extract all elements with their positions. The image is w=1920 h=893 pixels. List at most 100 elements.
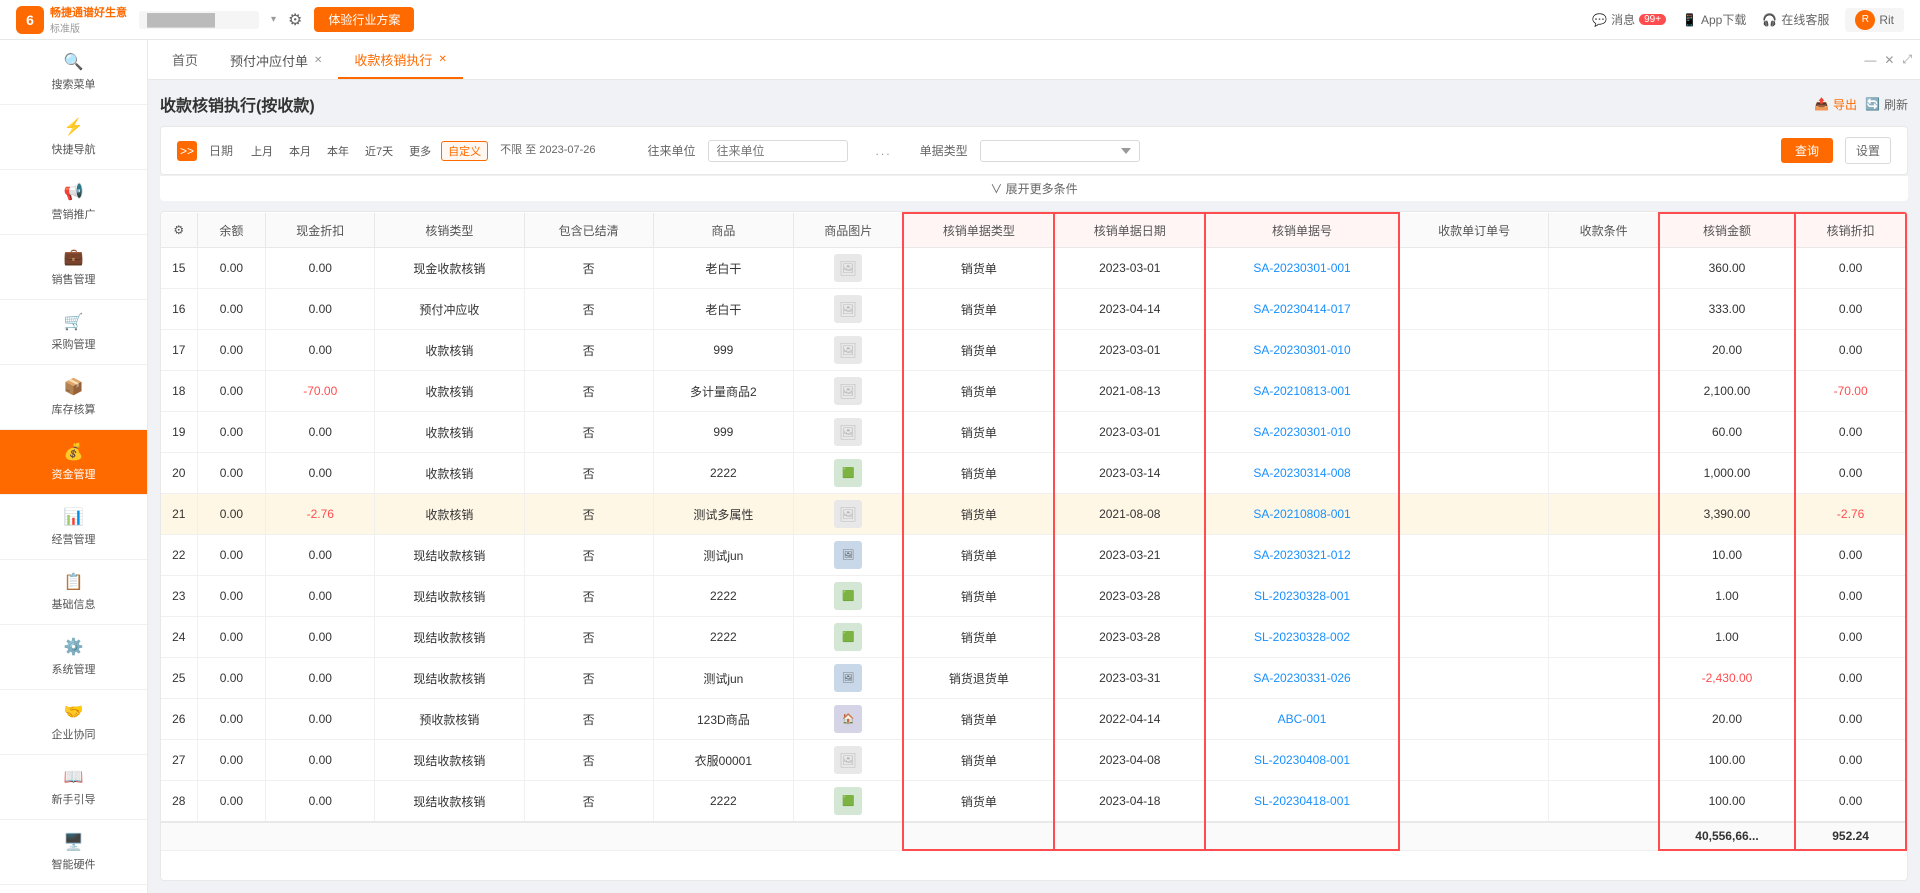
writeoff-number-link[interactable]: SL-20230328-001 bbox=[1254, 589, 1350, 603]
refresh-label: 刷新 bbox=[1884, 96, 1908, 113]
td-writeoff-number[interactable]: SA-20230301-010 bbox=[1205, 330, 1399, 371]
sidebar-label-quick: 快捷导航 bbox=[52, 141, 96, 157]
writeoff-number-link[interactable]: SA-20230301-010 bbox=[1253, 343, 1350, 357]
sidebar-item-marketing[interactable]: 📢 营销推广 bbox=[0, 170, 147, 235]
message-icon: 💬 bbox=[1592, 13, 1607, 27]
footer-writeoff-discount: 952.24 bbox=[1795, 822, 1906, 850]
date-more[interactable]: 更多 bbox=[403, 141, 437, 161]
window-minimize-icon[interactable]: — bbox=[1864, 53, 1876, 67]
td-cash-discount: 0.00 bbox=[266, 617, 375, 658]
td-writeoff-number[interactable]: SL-20230328-002 bbox=[1205, 617, 1399, 658]
writeoff-number-link[interactable]: SA-20210813-001 bbox=[1253, 384, 1350, 398]
expand-conditions-btn[interactable]: ∨ 展开更多条件 bbox=[990, 180, 1077, 197]
trial-button[interactable]: 体验行业方案 bbox=[314, 7, 414, 32]
td-writeoff-number[interactable]: SA-20230314-008 bbox=[1205, 453, 1399, 494]
sidebar-item-inventory[interactable]: 📦 库存核算 bbox=[0, 365, 147, 430]
writeoff-number-link[interactable]: SL-20230328-002 bbox=[1254, 630, 1350, 644]
td-writeoff-discount: 0.00 bbox=[1795, 658, 1906, 699]
sidebar-item-basic[interactable]: 📋 基础信息 bbox=[0, 560, 147, 625]
td-balance: 0.00 bbox=[197, 658, 266, 699]
tab-prepay-close[interactable]: ✕ bbox=[314, 55, 322, 66]
tab-home[interactable]: 首页 bbox=[156, 42, 214, 79]
gear-icon[interactable]: ⚙ bbox=[288, 10, 302, 30]
voucher-type-select[interactable] bbox=[980, 140, 1140, 162]
sidebar-label-collab: 企业协同 bbox=[52, 726, 96, 742]
expand-conditions-bar[interactable]: ∨ 展开更多条件 bbox=[160, 175, 1908, 201]
th-settings[interactable]: ⚙ bbox=[161, 213, 197, 248]
td-writeoff-number[interactable]: SA-20230414-017 bbox=[1205, 289, 1399, 330]
td-writeoff-number[interactable]: SL-20230418-001 bbox=[1205, 781, 1399, 823]
date-last-7[interactable]: 近7天 bbox=[359, 141, 399, 161]
td-writeoff-date: 2023-04-14 bbox=[1054, 289, 1205, 330]
td-writeoff-number[interactable]: SA-20230301-010 bbox=[1205, 412, 1399, 453]
window-expand-icon[interactable]: ⤢ bbox=[1902, 52, 1912, 67]
setting-button[interactable]: 设置 bbox=[1845, 137, 1891, 164]
sidebar-item-system[interactable]: ⚙️ 系统管理 bbox=[0, 625, 147, 690]
writeoff-number-link[interactable]: SL-20230418-001 bbox=[1254, 794, 1350, 808]
td-balance: 0.00 bbox=[197, 781, 266, 823]
td-writeoff-number[interactable]: SA-20210808-001 bbox=[1205, 494, 1399, 535]
export-button[interactable]: 📤 导出 bbox=[1814, 96, 1857, 113]
td-product-img: 🖼 bbox=[794, 248, 904, 289]
sidebar-item-management[interactable]: 📊 经营管理 bbox=[0, 495, 147, 560]
footer-writeoff-date-col bbox=[1054, 822, 1205, 850]
query-button[interactable]: 查询 bbox=[1781, 138, 1833, 163]
td-cash-discount: 0.00 bbox=[266, 289, 375, 330]
sidebar-item-sales[interactable]: 💼 销售管理 bbox=[0, 235, 147, 300]
tab-writeoff-label: 收款核销执行 bbox=[354, 50, 432, 69]
filter-expand-button[interactable]: >> bbox=[177, 141, 197, 161]
table-row: 17 0.00 0.00 收款核销 否 999 🖼 销货单 2023-03-01… bbox=[161, 330, 1906, 371]
date-this-year[interactable]: 本年 bbox=[321, 141, 355, 161]
writeoff-number-link[interactable]: SA-20230321-012 bbox=[1253, 548, 1350, 562]
product-image: 🖼 bbox=[834, 664, 862, 692]
writeoff-number-link[interactable]: SA-20230314-008 bbox=[1253, 466, 1350, 480]
product-image-placeholder: 🖼 bbox=[834, 746, 862, 774]
td-writeoff-number[interactable]: ABC-001 bbox=[1205, 699, 1399, 740]
sidebar-item-guide[interactable]: 📖 新手引导 bbox=[0, 755, 147, 820]
td-receipt-order bbox=[1399, 658, 1549, 699]
writeoff-number-link[interactable]: ABC-001 bbox=[1278, 712, 1327, 726]
sidebar-item-search[interactable]: 🔍 搜索菜单 bbox=[0, 40, 147, 105]
sidebar-item-hardware[interactable]: 🖥️ 智能硬件 bbox=[0, 820, 147, 885]
date-custom-btn[interactable]: 自定义 bbox=[441, 141, 488, 161]
td-product-img: 🏠 bbox=[794, 699, 904, 740]
td-product: 测试jun bbox=[653, 535, 793, 576]
online-service[interactable]: 🎧 在线客服 bbox=[1762, 11, 1829, 28]
tab-prepay[interactable]: 预付冲应付单 ✕ bbox=[214, 43, 338, 78]
sidebar-item-quick[interactable]: ⚡ 快捷导航 bbox=[0, 105, 147, 170]
app-download[interactable]: 📱 App下载 bbox=[1682, 11, 1746, 28]
data-table-container: ⚙ 余额 现金折扣 核销类型 包含已结清 商品 商品图片 核销单据类型 核销单据… bbox=[160, 211, 1908, 881]
sidebar-item-collab[interactable]: 🤝 企业协同 bbox=[0, 690, 147, 755]
writeoff-number-link[interactable]: SA-20210808-001 bbox=[1253, 507, 1350, 521]
company-name[interactable]: ████████ bbox=[139, 11, 259, 29]
company-dropdown-icon[interactable]: ▾ bbox=[271, 14, 276, 25]
product-image-placeholder: 🖼 bbox=[834, 377, 862, 405]
writeoff-number-link[interactable]: SA-20230414-017 bbox=[1253, 302, 1350, 316]
message-area[interactable]: 💬 消息 99+ bbox=[1592, 11, 1666, 28]
td-cash-discount: 0.00 bbox=[266, 740, 375, 781]
writeoff-number-link[interactable]: SL-20230408-001 bbox=[1254, 753, 1350, 767]
tab-writeoff-close[interactable]: ✕ bbox=[438, 54, 446, 65]
td-writeoff-number[interactable]: SA-20230321-012 bbox=[1205, 535, 1399, 576]
writeoff-number-link[interactable]: SA-20230301-010 bbox=[1253, 425, 1350, 439]
writeoff-number-link[interactable]: SA-20230331-026 bbox=[1253, 671, 1350, 685]
td-writeoff-number[interactable]: SA-20230331-026 bbox=[1205, 658, 1399, 699]
sidebar-item-wechat[interactable]: 💬 企业微信 bbox=[0, 885, 147, 893]
writeoff-number-link[interactable]: SA-20230301-001 bbox=[1253, 261, 1350, 275]
date-last-month[interactable]: 上月 bbox=[245, 141, 279, 161]
td-writeoff-number[interactable]: SA-20210813-001 bbox=[1205, 371, 1399, 412]
td-writeoff-number[interactable]: SA-20230301-001 bbox=[1205, 248, 1399, 289]
td-writeoff-number[interactable]: SL-20230408-001 bbox=[1205, 740, 1399, 781]
product-image-placeholder: 🖼 bbox=[834, 295, 862, 323]
date-this-month[interactable]: 本月 bbox=[283, 141, 317, 161]
td-writeoff-number[interactable]: SL-20230328-001 bbox=[1205, 576, 1399, 617]
counterpart-input[interactable] bbox=[708, 140, 848, 162]
td-receipt-condition bbox=[1549, 330, 1659, 371]
user-area[interactable]: R Rit bbox=[1845, 8, 1904, 32]
sidebar-item-purchase[interactable]: 🛒 采购管理 bbox=[0, 300, 147, 365]
td-writeoff-date: 2023-03-21 bbox=[1054, 535, 1205, 576]
sidebar-item-finance[interactable]: 💰 资金管理 bbox=[0, 430, 147, 495]
refresh-button[interactable]: 🔄 刷新 bbox=[1865, 96, 1908, 113]
window-close-icon[interactable]: ✕ bbox=[1884, 53, 1894, 67]
tab-writeoff[interactable]: 收款核销执行 ✕ bbox=[338, 42, 462, 79]
